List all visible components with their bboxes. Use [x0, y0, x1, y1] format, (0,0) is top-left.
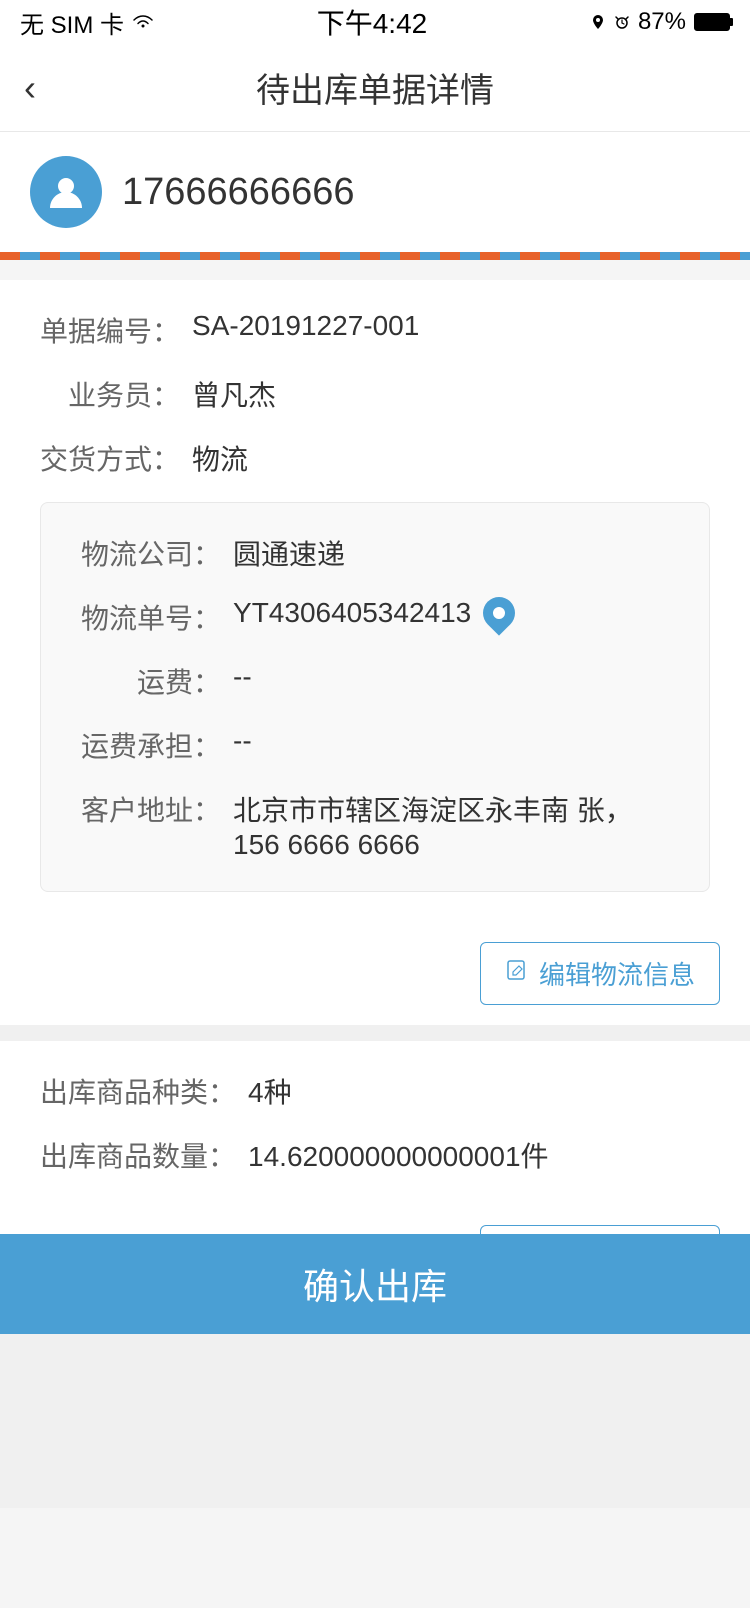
product-types-row: 出库商品种类： 4种 — [40, 1071, 710, 1111]
delivery-method-row: 交货方式： 物流 — [40, 438, 710, 478]
status-bar: 无 SIM 卡 下午4:42 87% — [0, 0, 750, 44]
tracking-number-value: YT43064053424​13 — [233, 597, 669, 629]
location-pin-icon[interactable] — [477, 590, 522, 635]
product-types-value: 4种 — [248, 1071, 292, 1111]
product-section: 出库商品种类： 4种 出库商品数量： 14.620000000000001件 — [0, 1041, 750, 1205]
product-types-label: 出库商品种类： — [40, 1071, 236, 1111]
salesman-value: 曾凡杰 — [192, 374, 710, 414]
product-quantity-label: 出库商品数量： — [40, 1135, 236, 1175]
customer-header: 17666666666 — [0, 132, 750, 252]
logistics-card: 物流公司： 圆通速递 物流单号： YT43064053424​13 运费： --… — [40, 502, 710, 892]
product-quantity-row: 出库商品数量： 14.620000000000001件 — [40, 1135, 710, 1175]
confirm-button[interactable]: 确认出库 — [0, 1234, 750, 1334]
tracking-number-label: 物流单号： — [81, 597, 221, 637]
salesman-row: 业务员： 曾凡杰 — [40, 374, 710, 414]
logistics-company-row: 物流公司： 圆通速递 — [81, 533, 669, 573]
logistics-company-value: 圆通速递 — [233, 533, 669, 573]
address-row: 客户地址： 北京市市辖区海淀区永丰南 张，156 6666 6666 — [81, 789, 669, 861]
tracking-number-row: 物流单号： YT43064053424​13 — [81, 597, 669, 637]
status-left: 无 SIM 卡 — [20, 5, 154, 40]
page-title: 待出库单据详情 — [256, 63, 494, 112]
address-value: 北京市市辖区海淀区永丰南 张，156 6666 6666 — [233, 789, 669, 861]
order-number-label: 单据编号： — [40, 310, 180, 350]
confirm-button-label: 确认出库 — [303, 1258, 447, 1310]
back-button[interactable]: ‹ — [24, 67, 36, 109]
freight-row: 运费： -- — [81, 661, 669, 701]
bottom-empty-area — [0, 1308, 750, 1508]
freight-label: 运费： — [81, 661, 221, 701]
status-time: 下午4:42 — [317, 2, 428, 42]
freight-value: -- — [233, 661, 669, 693]
status-right: 87% — [590, 8, 730, 36]
nav-bar: ‹ 待出库单据详情 — [0, 44, 750, 132]
location-icon — [590, 14, 606, 30]
wifi-icon — [132, 14, 154, 30]
delivery-method-value: 物流 — [192, 438, 710, 478]
logistics-company-label: 物流公司： — [81, 533, 221, 573]
battery-text: 87% — [638, 8, 686, 36]
person-icon — [46, 172, 86, 212]
gray-divider-1 — [0, 1025, 750, 1041]
edit-logistics-button[interactable]: 编辑物流信息 — [480, 942, 720, 1005]
salesman-label: 业务员： — [40, 374, 180, 414]
avatar — [30, 156, 102, 228]
freight-bearer-row: 运费承担： -- — [81, 725, 669, 765]
order-info-section: 单据编号： SA-20191227-001 业务员： 曾凡杰 交货方式： 物流 … — [0, 280, 750, 922]
freight-bearer-value: -- — [233, 725, 669, 757]
tracking-number-text: YT43064053424​13 — [233, 597, 471, 629]
order-number-row: 单据编号： SA-20191227-001 — [40, 310, 710, 350]
edit-button-label: 编辑物流信息 — [539, 955, 695, 992]
carrier-text: 无 SIM 卡 — [20, 5, 124, 40]
alarm-icon — [614, 14, 630, 30]
battery-icon — [694, 13, 730, 31]
address-label: 客户地址： — [81, 789, 221, 829]
freight-bearer-label: 运费承担： — [81, 725, 221, 765]
dashed-divider — [0, 252, 750, 260]
product-quantity-value: 14.620000000000001件 — [248, 1135, 549, 1175]
order-number-value: SA-20191227-001 — [192, 310, 710, 342]
edit-button-row: 编辑物流信息 — [0, 922, 750, 1025]
delivery-method-label: 交货方式： — [40, 438, 180, 478]
main-content: 17666666666 单据编号： SA-20191227-001 业务员： 曾… — [0, 132, 750, 1608]
customer-phone: 17666666666 — [122, 171, 354, 214]
edit-icon — [505, 958, 529, 989]
